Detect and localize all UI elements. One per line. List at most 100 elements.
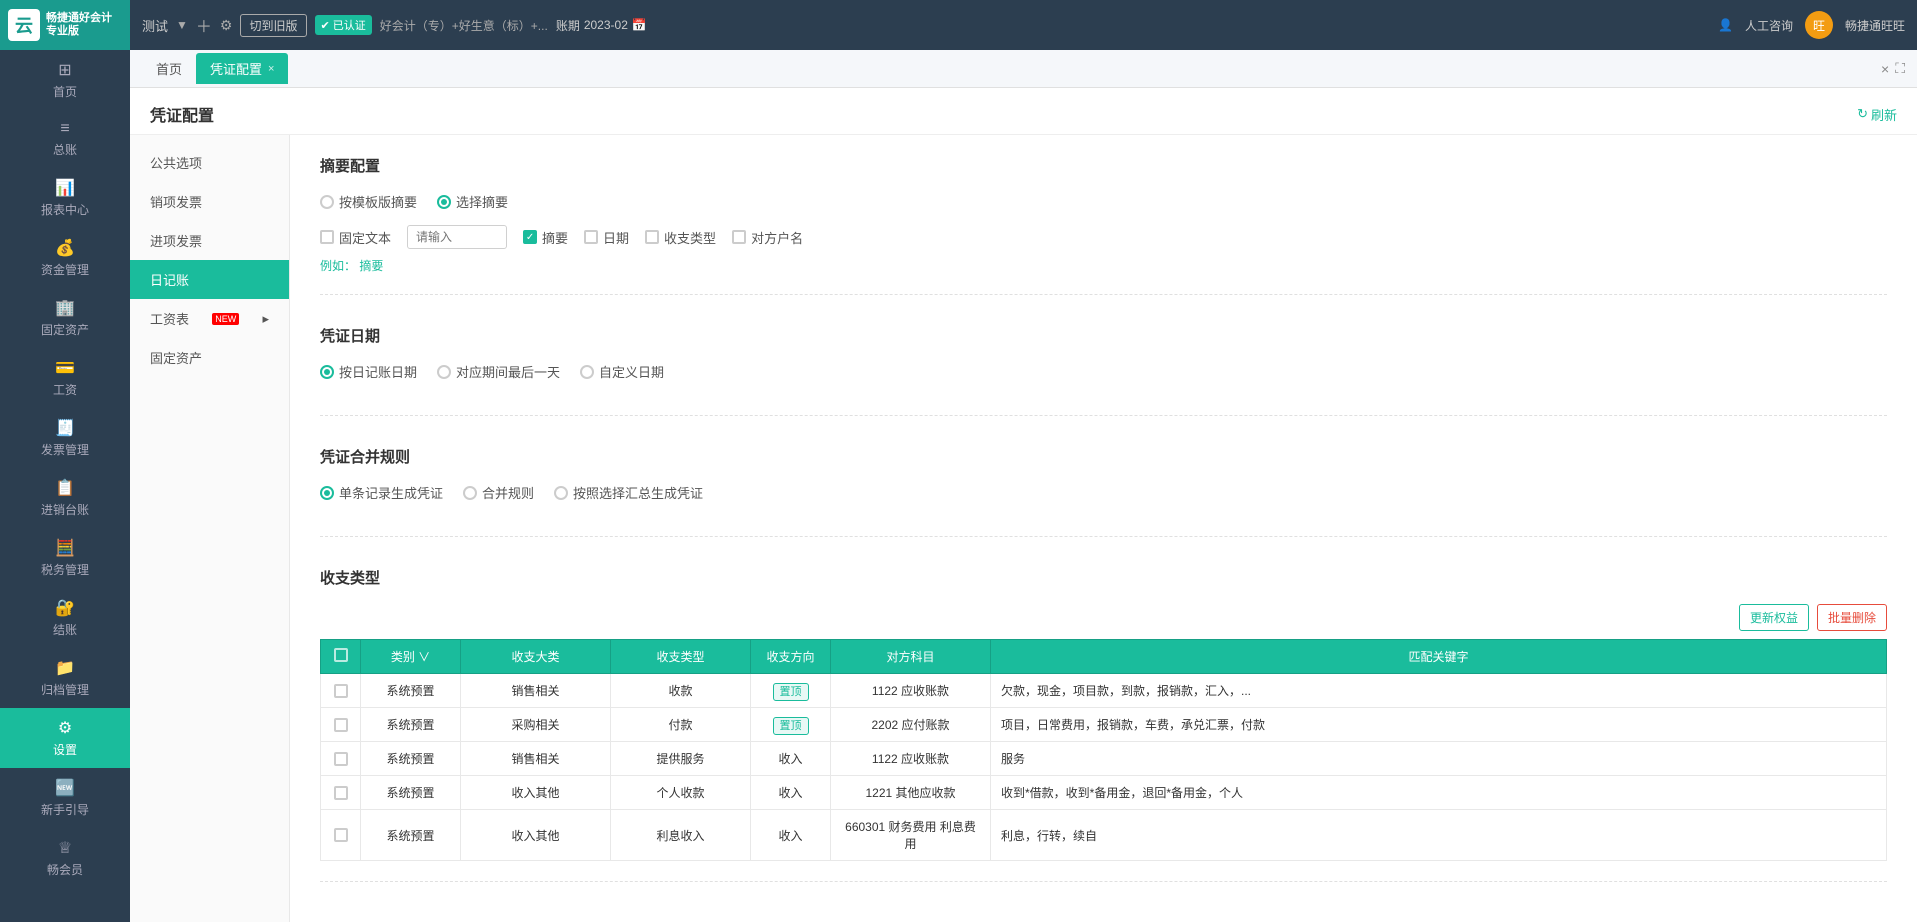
settings-icon: ⚙ [58, 718, 72, 738]
window-maximize-button[interactable]: ⛶ [1895, 60, 1905, 77]
tab-voucher-config[interactable]: 凭证配置 × [196, 53, 288, 84]
checkbox-type-box [645, 230, 659, 244]
sidebar-item-home[interactable]: ⊞ 首页 [0, 50, 130, 110]
update-button[interactable]: 更新权益 [1739, 604, 1809, 631]
date-section-title: 凭证日期 [320, 325, 1887, 346]
income-expense-table: 类别 ∨ 收支大类 收支类型 收支方向 [320, 639, 1887, 861]
radio-diary-circle [320, 365, 334, 379]
row-checkbox-3[interactable] [321, 776, 361, 810]
sidebar-item-guide[interactable]: 🆕 新手引导 [0, 768, 130, 828]
th-category[interactable]: 类别 ∨ [361, 640, 461, 674]
tabbar: 首页 凭证配置 × × ⛶ [130, 50, 1917, 88]
radio-select-circle [437, 195, 451, 209]
row-checkbox-0[interactable] [321, 674, 361, 708]
guide-icon: 🆕 [55, 778, 75, 798]
cell-keywords-3: 收到*借款，收到*备用金，退回*备用金，个人 [991, 776, 1887, 810]
sidebar-item-vip[interactable]: ♕ 畅会员 [0, 828, 130, 888]
cell-category-3: 系统预置 [361, 776, 461, 810]
cell-type-1: 付款 [611, 708, 751, 742]
left-nav-fixed-assets[interactable]: 固定资产 [130, 338, 289, 377]
checkbox-summary[interactable]: ✓ 摘要 [523, 228, 568, 247]
topbar: 测试 ▼ ＋ ⚙ 切到旧版 ✔ 已认证 好会计（专）+好生意（标）+... 账期… [130, 0, 1917, 50]
cell-category-4: 系统预置 [361, 810, 461, 861]
radio-custom-circle [580, 365, 594, 379]
th-direction: 收支方向 [751, 640, 831, 674]
cell-type-2: 提供服务 [611, 742, 751, 776]
tab-close-icon[interactable]: × [268, 63, 274, 75]
table-row: 系统预置 采购相关 付款 置顶 2202 应付账款 项目，日常费用，报销款，车费… [321, 708, 1887, 742]
sidebar-item-salary[interactable]: 💳 工资 [0, 348, 130, 408]
support-text[interactable]: 人工咨询 [1745, 17, 1793, 34]
sidebar-item-invoice[interactable]: 🧾 发票管理 [0, 408, 130, 468]
calendar-icon[interactable]: 📅 [632, 18, 647, 32]
cell-category-0: 系统预置 [361, 674, 461, 708]
radio-single-record[interactable]: 单条记录生成凭证 [320, 483, 443, 502]
reset-tag-1[interactable]: 置顶 [773, 717, 809, 735]
topbar-gear-icon[interactable]: ⚙ [220, 17, 233, 34]
topbar-right: 👤 人工咨询 旺 畅捷通旺旺 [1718, 11, 1905, 39]
select-all-checkbox[interactable] [334, 648, 348, 662]
certified-badge: ✔ 已认证 [315, 15, 372, 35]
sidebar: 云 畅捷通好会计 专业版 ⊞ 首页 ≡ 总账 📊 报表中心 💰 资金管理 🏢 固… [0, 0, 130, 922]
cell-direction-2: 收入 [751, 742, 831, 776]
radio-template-summary[interactable]: 按模板版摘要 [320, 192, 417, 211]
row-checkbox-2[interactable] [321, 742, 361, 776]
refresh-button[interactable]: ↻ 刷新 [1857, 105, 1897, 124]
row-checkbox-1[interactable] [321, 708, 361, 742]
window-close-button[interactable]: × [1881, 60, 1889, 77]
radio-select-summary[interactable]: 选择摘要 [437, 192, 508, 211]
left-nav-sales-invoice[interactable]: 销项发票 [130, 182, 289, 221]
invoice-icon: 🧾 [55, 418, 75, 438]
merge-section: 凭证合并规则 单条记录生成凭证 合并规则 按照选择汇总生成凭证 [320, 446, 1887, 537]
th-big-type: 收支大类 [461, 640, 611, 674]
left-nav-purchase-invoice[interactable]: 进项发票 [130, 221, 289, 260]
radio-template-circle [320, 195, 334, 209]
cell-direction-1: 置顶 [751, 708, 831, 742]
radio-summary-generate[interactable]: 按照选择汇总生成凭证 [554, 483, 703, 502]
sidebar-item-funds[interactable]: 💰 资金管理 [0, 228, 130, 288]
left-nav-payroll[interactable]: 工资表 NEW ▸ [130, 299, 289, 338]
radio-custom-date[interactable]: 自定义日期 [580, 362, 664, 381]
new-badge: NEW [212, 313, 239, 325]
th-select-all[interactable] [321, 640, 361, 674]
switch-version-button[interactable]: 切到旧版 [240, 14, 306, 37]
cell-category-2: 系统预置 [361, 742, 461, 776]
sidebar-item-archive[interactable]: 📁 归档管理 [0, 648, 130, 708]
fixed-text-input[interactable] [407, 225, 507, 249]
cell-bigtype-2: 销售相关 [461, 742, 611, 776]
assets-icon: 🏢 [55, 298, 75, 318]
table-row: 系统预置 收入其他 利息收入 收入 660301 财务费用 利息费用 利息，行转… [321, 810, 1887, 861]
tab-home[interactable]: 首页 [142, 53, 196, 84]
left-nav-diary[interactable]: 日记账 [130, 260, 289, 299]
checkbox-date[interactable]: 日期 [584, 228, 629, 247]
sidebar-item-ledger[interactable]: ≡ 总账 [0, 110, 130, 168]
cell-direction-4: 收入 [751, 810, 831, 861]
sidebar-item-purchase[interactable]: 📋 进销台账 [0, 468, 130, 528]
cell-account-4: 660301 财务费用 利息费用 [831, 810, 991, 861]
checkbox-type[interactable]: 收支类型 [645, 228, 716, 247]
sidebar-item-closing[interactable]: 🔐 结账 [0, 588, 130, 648]
radio-merge-rule[interactable]: 合并规则 [463, 483, 534, 502]
sidebar-item-reports[interactable]: 📊 报表中心 [0, 168, 130, 228]
topbar-period: 账期 2023-02 📅 [556, 17, 647, 34]
th-account: 对方科目 [831, 640, 991, 674]
left-nav: 公共选项 销项发票 进项发票 日记账 工资表 NEW ▸ 固定资产 [130, 135, 290, 922]
reports-icon: 📊 [55, 178, 75, 198]
sidebar-item-assets[interactable]: 🏢 固定资产 [0, 288, 130, 348]
topbar-dropdown-icon[interactable]: ▼ [176, 18, 188, 32]
checkbox-counterparty[interactable]: 对方户名 [732, 228, 803, 247]
reset-tag-0[interactable]: 置顶 [773, 683, 809, 701]
cell-bigtype-3: 收入其他 [461, 776, 611, 810]
topbar-add-icon[interactable]: ＋ [196, 13, 212, 37]
sidebar-item-settings[interactable]: ⚙ 设置 [0, 708, 130, 768]
radio-period-last[interactable]: 对应期间最后一天 [437, 362, 560, 381]
sidebar-item-tax[interactable]: 🧮 税务管理 [0, 528, 130, 588]
batch-delete-button[interactable]: 批量删除 [1817, 604, 1887, 631]
radio-diary-date[interactable]: 按日记账日期 [320, 362, 417, 381]
cell-keywords-1: 项目，日常费用，报销款，车费，承兑汇票，付款 [991, 708, 1887, 742]
checkbox-fixed-text[interactable]: 固定文本 [320, 228, 391, 247]
ledger-icon: ≡ [60, 120, 69, 138]
left-nav-public[interactable]: 公共选项 [130, 143, 289, 182]
app-logo: 云 畅捷通好会计 专业版 [0, 0, 130, 50]
row-checkbox-4[interactable] [321, 810, 361, 861]
